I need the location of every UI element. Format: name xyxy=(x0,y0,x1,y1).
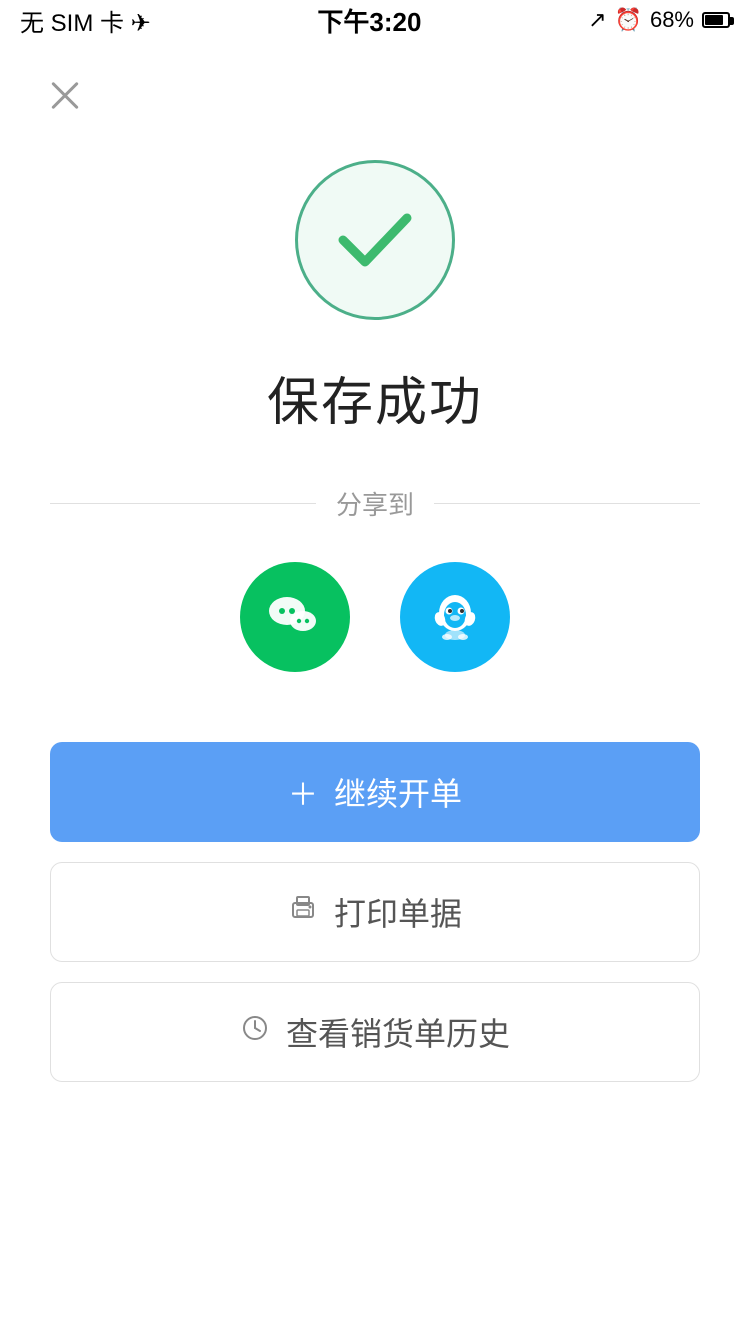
status-left: 无 SIM 卡 ✈ xyxy=(20,3,151,38)
clock-icon xyxy=(240,1013,270,1051)
success-icon-circle xyxy=(295,160,455,320)
status-right: ↗ ⏰ 68% xyxy=(588,7,730,33)
main-content: 保存成功 分享到 xyxy=(0,120,750,1334)
location-icon: ↗ xyxy=(588,7,606,33)
checkmark-icon xyxy=(335,210,415,270)
sim-label: 无 SIM 卡 ✈ xyxy=(20,3,151,38)
wechat-icon xyxy=(263,585,327,649)
share-divider: 分享到 xyxy=(50,485,700,522)
printer-icon xyxy=(288,893,318,931)
divider-line-left xyxy=(50,503,316,504)
wechat-share-button[interactable] xyxy=(240,562,350,672)
status-time: 下午3:20 xyxy=(317,2,421,39)
plus-icon: ＋ xyxy=(288,770,318,814)
continue-label: 继续开单 xyxy=(334,769,462,815)
success-title: 保存成功 xyxy=(267,360,483,435)
print-label: 打印单据 xyxy=(334,889,462,935)
qq-icon xyxy=(423,585,487,649)
close-button[interactable] xyxy=(40,70,90,120)
history-label: 查看销货单历史 xyxy=(286,1009,510,1055)
print-button[interactable]: 打印单据 xyxy=(50,862,700,962)
alarm-icon: ⏰ xyxy=(615,7,642,33)
continue-button[interactable]: ＋ 继续开单 xyxy=(50,742,700,842)
action-buttons: ＋ 继续开单 打印单据 xyxy=(50,742,700,1082)
status-bar: 无 SIM 卡 ✈ 下午3:20 ↗ ⏰ 68% xyxy=(0,0,750,40)
history-button[interactable]: 查看销货单历史 xyxy=(50,982,700,1082)
battery-icon xyxy=(702,12,730,28)
share-icons xyxy=(240,562,510,672)
qq-share-button[interactable] xyxy=(400,562,510,672)
divider-label: 分享到 xyxy=(336,485,414,522)
battery-label: 68% xyxy=(650,7,694,33)
divider-line-right xyxy=(434,503,700,504)
